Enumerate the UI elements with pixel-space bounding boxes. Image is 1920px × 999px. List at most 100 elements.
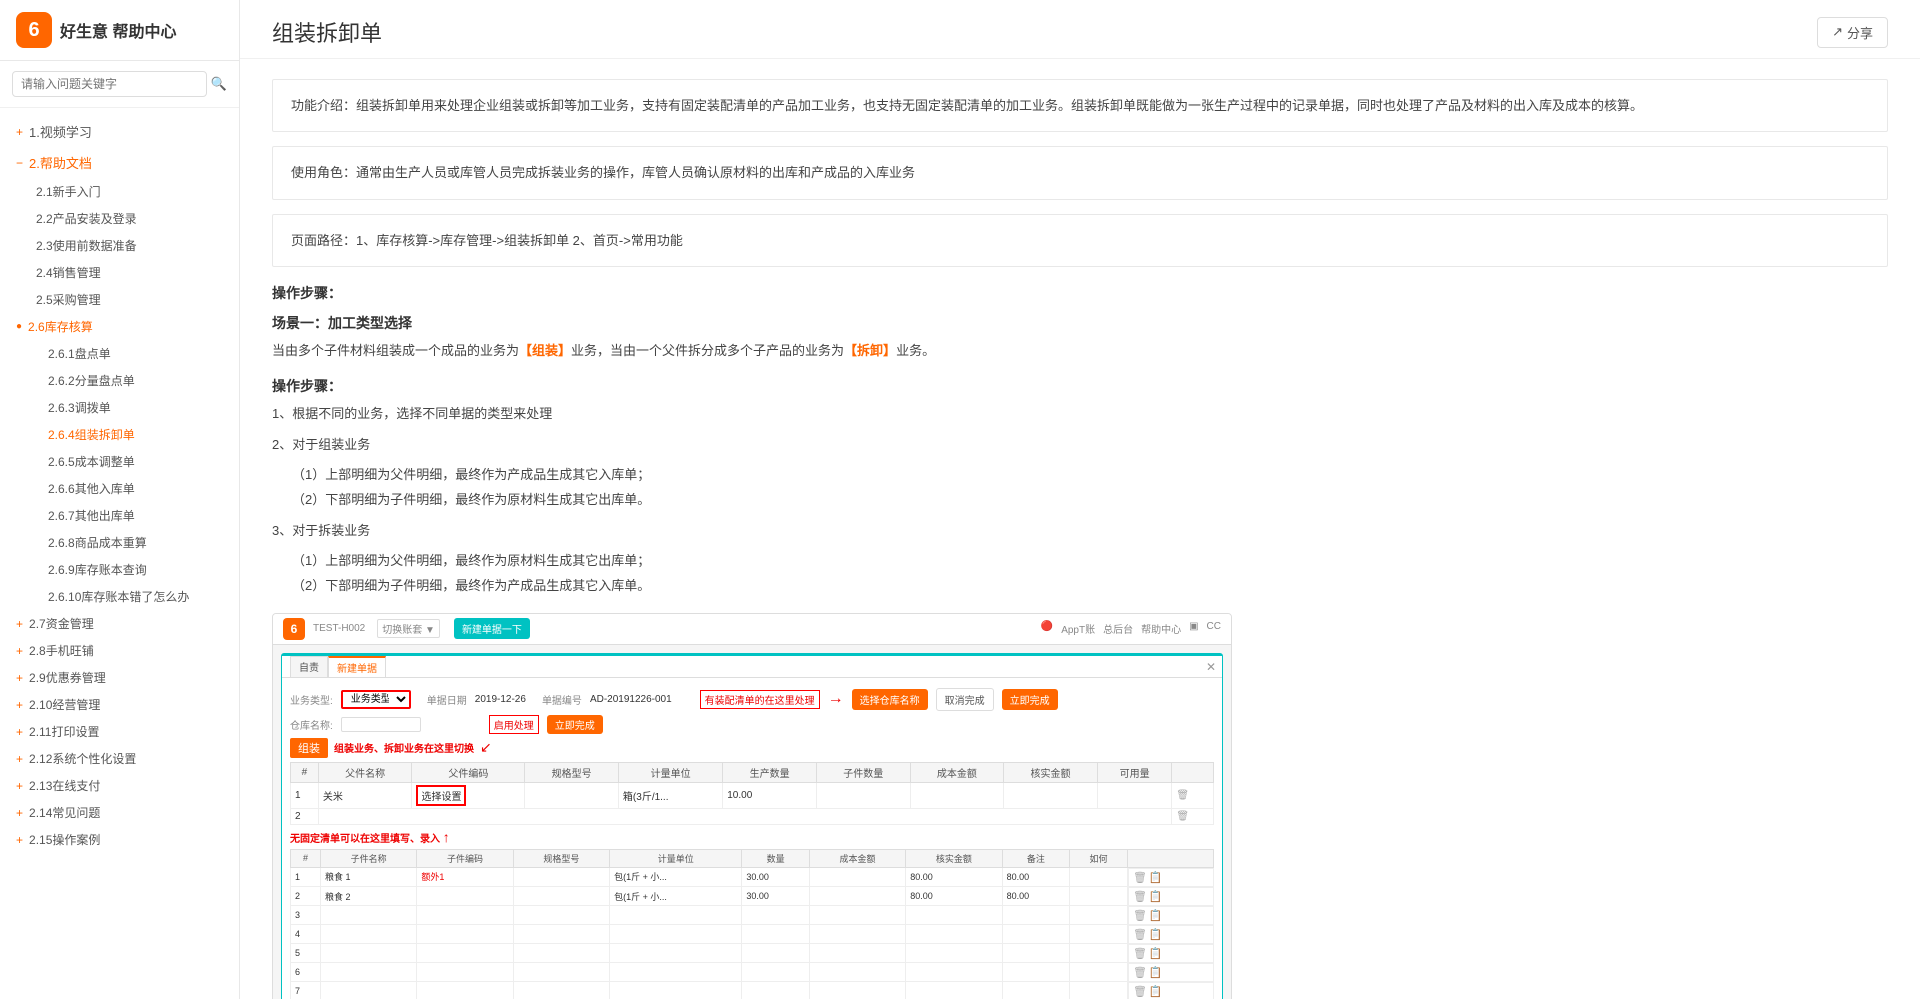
mock-lower-row-6: 6 🗑📋 <box>291 963 1214 982</box>
mock-lower-row-2: 2粮食 2 包(1斤 + 小... 30.0080.0080.00 🗑📋 <box>291 887 1214 906</box>
mock-th2-action: 如何 <box>1070 849 1128 867</box>
nav-item-label: 2.帮助文档 <box>29 153 92 172</box>
nav-sub-item-2-6-1[interactable]: 2.6.1盘点单 <box>0 340 239 367</box>
nav-sub-item-2-6-2[interactable]: 2.6.2分量盘点单 <box>0 367 239 394</box>
mock-form-row2: 仓库名称: 启用处理 立即完成 <box>290 715 1214 734</box>
nav-sub-label: 2.6.6其他入库单 <box>48 482 135 496</box>
nav-sub-item-2-3[interactable]: 2.3使用前数据准备 <box>0 232 239 259</box>
nav-sub-item-2-12[interactable]: + 2.12系统个性化设置 <box>0 745 239 772</box>
nav-sub-item-2-5[interactable]: 2.5采购管理 <box>0 286 239 313</box>
nav-sub-label: 2.6.4组装拆卸单 <box>48 428 135 442</box>
nav-sub-label: 2.2产品安装及登录 <box>36 212 137 226</box>
mock-app: 6 TEST-H002 切换账套 ▼ 新建单据一下 🔴 AppT账 总后台 帮助… <box>273 614 1231 999</box>
annotation-3: 启用处理 <box>489 715 539 734</box>
intro-block: 功能介绍：组装拆卸单用来处理企业组装或拆卸等加工业务，支持有固定装配清单的产品加… <box>272 79 1888 132</box>
mock-btn-new[interactable]: 新建单据一下 <box>454 618 530 639</box>
search-icon[interactable]: 🔍 <box>211 76 227 92</box>
step2-1-text: （1）上部明细为父件明细，最终作为产成品生成其它入库单； <box>272 463 1888 488</box>
mock-td-cost <box>910 782 1004 808</box>
mock-dropdown: 切换账套 ▼ <box>377 619 440 638</box>
nav-sub-item-2-7[interactable]: + 2.7资金管理 <box>0 610 239 637</box>
plus-icon: + <box>16 671 23 685</box>
nav-sub-label: 2.8手机旺铺 <box>29 642 94 659</box>
step3-2-text: （2）下部明细为子件明细，最终作为产成品生成其它入库单。 <box>272 574 1888 599</box>
nav-sub-item-2-6[interactable]: ● 2.6库存核算 <box>0 313 239 340</box>
mock-tab-new[interactable]: 新建单据 <box>328 656 386 677</box>
mock-wh-label: 仓库名称: <box>290 717 333 732</box>
nav-sub-item-2-6-5[interactable]: 2.6.5成本调整单 <box>0 448 239 475</box>
mock-lower-row-5: 5 🗑📋 <box>291 944 1214 963</box>
operations-section: 操作步骤： 场景一：加工类型选择 当由多个子件材料组装成一个成品的业务为【组装】… <box>272 283 1888 599</box>
mock-th2-unit: 计量单位 <box>610 849 742 867</box>
nav-item-video[interactable]: + 1.视频学习 <box>0 116 239 147</box>
step2-text: 2、对于组装业务 <box>272 433 1888 458</box>
mock-type-select[interactable]: 业务类型 组装 拆卸 <box>341 690 411 709</box>
nav-sub-item-2-6-3[interactable]: 2.6.3调拨单 <box>0 394 239 421</box>
mock-wh-input[interactable] <box>341 717 421 732</box>
search-bar: 🔍 <box>0 61 239 108</box>
nav-item-label: 1.视频学习 <box>29 122 92 141</box>
nav-sub-item-2-6-8[interactable]: 2.6.8商品成本重算 <box>0 529 239 556</box>
nav-sub-item-2-2[interactable]: 2.2产品安装及登录 <box>0 205 239 232</box>
mock-th-spec: 规格型号 <box>525 762 619 782</box>
step3-text: 3、对于拆装业务 <box>272 519 1888 544</box>
mock-btn-confirm[interactable]: 选择仓库名称 <box>852 689 928 710</box>
nav-sub-label: 2.3使用前数据准备 <box>36 239 137 253</box>
mock-btn-save[interactable]: 立即完成 <box>1002 689 1058 710</box>
nav-sub-item-2-11[interactable]: + 2.11打印设置 <box>0 718 239 745</box>
nav-sub-item-2-9[interactable]: + 2.9优惠券管理 <box>0 664 239 691</box>
mock-th-name: 父件名称 <box>318 762 412 782</box>
path-text: 页面路径：1、库存核算->库存管理->组装拆卸单 2、首页->常用功能 <box>291 233 683 248</box>
intro-text: 功能介绍：组装拆卸单用来处理企业组装或拆卸等加工业务，支持有固定装配清单的产品加… <box>291 98 1643 113</box>
mock-th2-verify: 核实金额 <box>906 849 1002 867</box>
nav-sub-item-2-13[interactable]: + 2.13在线支付 <box>0 772 239 799</box>
mock-td-verify <box>1004 782 1098 808</box>
nav-sub-item-2-6-7[interactable]: 2.6.7其他出库单 <box>0 502 239 529</box>
nav-sub-label: 2.14常见问题 <box>29 804 100 821</box>
mock-td-del2[interactable]: 🗑 <box>1172 808 1214 824</box>
nav-sub-label: 2.6.9库存账本查询 <box>48 563 147 577</box>
nav-sub-item-2-6-10[interactable]: 2.6.10库存账本错了怎么办 <box>0 583 239 610</box>
plus-icon: + <box>16 806 23 820</box>
mock-lower-table: # 子件名称 子件编码 规格型号 计量单位 数量 成本金额 核实金额 备注 <box>290 849 1214 999</box>
mock-table-row-1: 1 关米 选择设置 箱(3斤/1... 10.00 <box>291 782 1214 808</box>
mock-btn-cancel[interactable]: 取消完成 <box>936 688 994 711</box>
mock-lower-row-3: 3 🗑📋 <box>291 906 1214 925</box>
mock-tab-self[interactable]: 自责 <box>290 656 328 677</box>
mock-td-prod: 10.00 <box>723 782 817 808</box>
annotation-2: 组装业务、拆卸业务在这里切换 <box>334 740 474 755</box>
mock-topbar: 6 TEST-H002 切换账套 ▼ 新建单据一下 🔴 AppT账 总后台 帮助… <box>273 614 1231 645</box>
mock-btn-ok[interactable]: 立即完成 <box>547 715 603 734</box>
search-input[interactable] <box>12 71 207 97</box>
mock-table-row-2: 2 🗑 <box>291 808 1214 824</box>
nav-sub-item-2-1[interactable]: 2.1新手入门 <box>0 178 239 205</box>
mock-date-value: 2019-12-26 <box>475 694 526 705</box>
app-logo-icon: 6 <box>16 12 52 48</box>
mock-td-del[interactable]: 🗑 <box>1172 782 1214 808</box>
nav-sub-label: 2.6.2分量盘点单 <box>48 374 135 388</box>
share-button[interactable]: ↗ 分享 <box>1817 17 1888 48</box>
nav-sub-item-2-15[interactable]: + 2.15操作案例 <box>0 826 239 853</box>
nav-sub-item-2-6-4[interactable]: 2.6.4组装拆卸单 <box>0 421 239 448</box>
nav-sub-item-2-6-9[interactable]: 2.6.9库存账本查询 <box>0 556 239 583</box>
mock-th-verify: 核实金额 <box>1004 762 1098 782</box>
nav-sub-item-2-8[interactable]: + 2.8手机旺铺 <box>0 637 239 664</box>
mock-close-btn[interactable]: ✕ <box>1206 660 1216 674</box>
plus-icon: + <box>16 725 23 739</box>
nav-sub-label: 2.6库存核算 <box>28 318 93 335</box>
nav-sub-item-2-4[interactable]: 2.4销售管理 <box>0 259 239 286</box>
annotation-4: 无固定清单可以在这里填写、录入 ↑ <box>290 829 1214 845</box>
nav-sub-item-2-10[interactable]: + 2.10经营管理 <box>0 691 239 718</box>
nav-sub-item-2-14[interactable]: + 2.14常见问题 <box>0 799 239 826</box>
mock-header-icons: 🔴 AppT账 总后台 帮助中心 ▣ CC <box>1041 621 1221 636</box>
mock-td-num: 1 <box>291 782 319 808</box>
scenario-title: 场景一：加工类型选择 <box>272 313 1888 333</box>
sidebar-logo: 6 好生意 帮助中心 <box>0 0 239 61</box>
mock-td-code: 选择设置 <box>412 782 525 808</box>
mock-lower-row-7: 7 🗑📋 <box>291 982 1214 999</box>
mock-th2-pcode: 子件编码 <box>417 849 513 867</box>
mock-td-avail <box>1097 782 1172 808</box>
nav-item-docs[interactable]: − 2.帮助文档 <box>0 147 239 178</box>
nav-sub-item-2-6-6[interactable]: 2.6.6其他入库单 <box>0 475 239 502</box>
mock-th2-op <box>1127 849 1213 867</box>
